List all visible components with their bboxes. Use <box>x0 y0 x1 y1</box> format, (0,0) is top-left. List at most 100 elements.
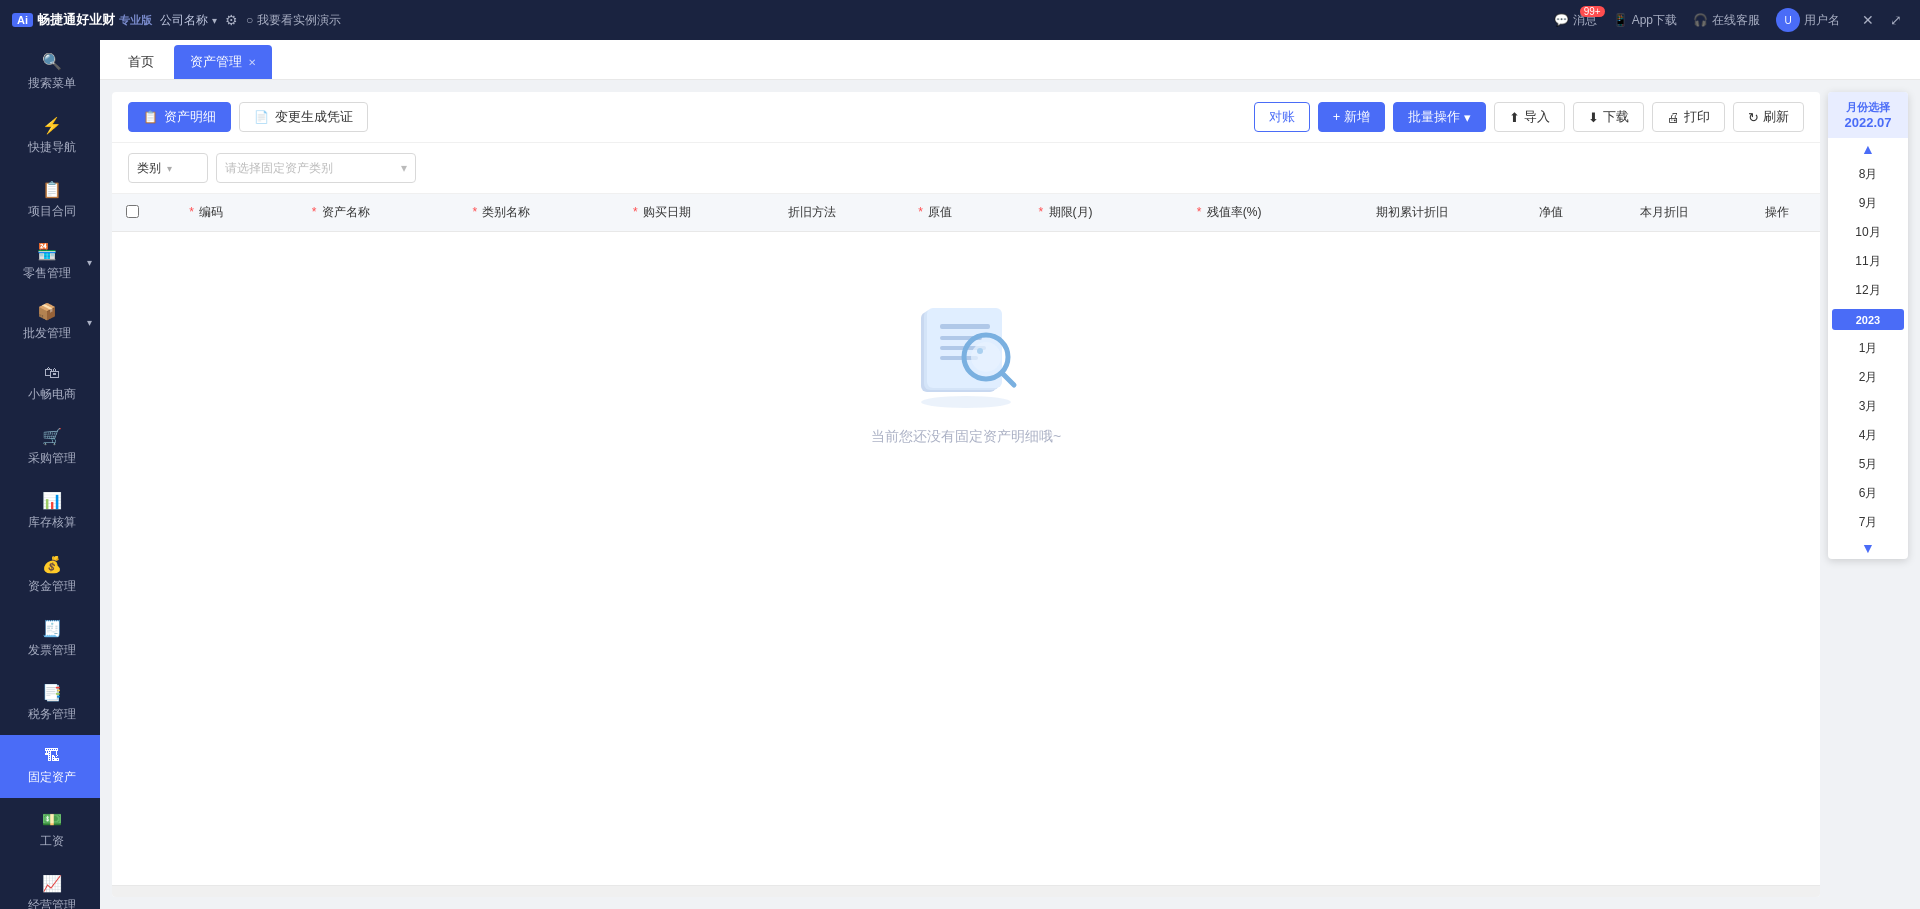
current-year-label: 2023 <box>1856 314 1880 326</box>
sidebar-item-ecommerce[interactable]: 🛍 小畅电商 <box>0 352 100 415</box>
col-operation: 操作 <box>1733 194 1820 232</box>
col-residual-rate: * 残值率(%) <box>1142 194 1317 232</box>
sidebar-label-tax: 税务管理 <box>28 706 76 723</box>
message-icon: 💬 <box>1554 13 1569 27</box>
sidebar-label-invoice: 发票管理 <box>28 642 76 659</box>
category-dropdown-arrow-icon: ▾ <box>401 161 407 175</box>
online-service-button[interactable]: 🎧 在线客服 <box>1693 12 1760 29</box>
month-item-7[interactable]: 7月 <box>1828 508 1908 537</box>
sub-tab-change-voucher[interactable]: 📄 变更生成凭证 <box>239 102 368 132</box>
month-item-8[interactable]: 8月 <box>1828 160 1908 189</box>
horizontal-scrollbar[interactable] <box>112 885 1820 897</box>
purchase-icon: 🛒 <box>42 427 62 446</box>
sidebar-label-finance: 资金管理 <box>28 578 76 595</box>
month-panel-title: 月份选择 <box>1836 100 1900 115</box>
month-panel-year: 2022.07 <box>1836 115 1900 130</box>
month-item-1[interactable]: 1月 <box>1828 334 1908 363</box>
tab-asset[interactable]: 资产管理 ✕ <box>174 45 272 79</box>
sidebar-item-fixed-asset[interactable]: 🏗 固定资产 <box>0 735 100 798</box>
sub-tab-change-voucher-label: 变更生成凭证 <box>275 108 353 126</box>
app-name: 畅捷通好业财 <box>37 11 115 29</box>
username: 用户名 <box>1804 12 1840 29</box>
month-item-3[interactable]: 3月 <box>1828 392 1908 421</box>
add-button[interactable]: + 新增 <box>1318 102 1385 132</box>
month-item-5[interactable]: 5月 <box>1828 450 1908 479</box>
tax-icon: 📑 <box>42 683 62 702</box>
change-voucher-icon: 📄 <box>254 110 269 124</box>
toolbar: 对账 + 新增 批量操作 ▾ ⬆ 导入 <box>1254 102 1804 132</box>
month-nav-up[interactable]: ▲ <box>1828 138 1908 160</box>
sub-tabs-bar: 📋 资产明细 📄 变更生成凭证 对账 + 新增 <box>112 92 1820 143</box>
category-search-input[interactable]: 请选择固定资产类别 ▾ <box>216 153 416 183</box>
sidebar-item-quicknav[interactable]: ⚡ 快捷导航 <box>0 104 100 168</box>
month-panel: 月份选择 2022.07 ▲ 8月 9月 10月 11月 12月 2023 <box>1828 92 1908 559</box>
month-item-11[interactable]: 11月 <box>1828 247 1908 276</box>
sub-tab-asset-detail[interactable]: 📋 资产明细 <box>128 102 231 132</box>
col-depreciation-method: 折旧方法 <box>742 194 881 232</box>
month-up-icon[interactable]: ▲ <box>1861 142 1875 156</box>
month-item-6[interactable]: 6月 <box>1828 479 1908 508</box>
message-button[interactable]: 💬 消息 99+ <box>1554 12 1597 29</box>
fixed-asset-icon: 🏗 <box>44 747 60 765</box>
refresh-button[interactable]: ↻ 刷新 <box>1733 102 1804 132</box>
month-down-icon[interactable]: ▼ <box>1861 541 1875 555</box>
sidebar-item-salary[interactable]: 💵 工资 <box>0 798 100 862</box>
print-button[interactable]: 🖨 打印 <box>1652 102 1725 132</box>
col-code: * 编码 <box>152 194 261 232</box>
download-button[interactable]: ⬇ 下载 <box>1573 102 1644 132</box>
tab-home[interactable]: 首页 <box>112 45 170 79</box>
category-type-select[interactable]: 类别 ▾ <box>128 153 208 183</box>
month-item-10[interactable]: 10月 <box>1828 218 1908 247</box>
print-label: 打印 <box>1684 108 1710 126</box>
maximize-window-icon[interactable]: ⤢ <box>1884 10 1908 30</box>
download-icon: ⬇ <box>1588 110 1599 125</box>
app-brand: Ai 畅捷通好业财 专业版 <box>12 11 152 29</box>
category-search-placeholder: 请选择固定资产类别 <box>225 160 333 177</box>
reconcile-label: 对账 <box>1269 108 1295 126</box>
app-download-label: App下载 <box>1632 12 1677 29</box>
sidebar-label-inventory: 库存核算 <box>28 514 76 531</box>
sidebar-item-retail[interactable]: 🏪 零售管理 ▾ <box>0 232 100 292</box>
demo-link[interactable]: ○ 我要看实例演示 <box>246 12 341 29</box>
sidebar-item-tax[interactable]: 📑 税务管理 <box>0 671 100 735</box>
download-icon: 📱 <box>1613 13 1628 27</box>
user-info[interactable]: U 用户名 <box>1776 8 1840 32</box>
month-item-4[interactable]: 4月 <box>1828 421 1908 450</box>
batch-label: 批量操作 <box>1408 108 1460 126</box>
tab-close-icon[interactable]: ✕ <box>248 57 256 68</box>
import-button[interactable]: ⬆ 导入 <box>1494 102 1565 132</box>
app-download-button[interactable]: 📱 App下载 <box>1613 12 1677 29</box>
sidebar-item-operations[interactable]: 📈 经营管理 <box>0 862 100 909</box>
month-item-2[interactable]: 2月 <box>1828 363 1908 392</box>
sidebar-label-retail: 零售管理 <box>23 265 71 282</box>
month-item-12[interactable]: 12月 <box>1828 276 1908 305</box>
settings-icon[interactable]: ⚙ <box>225 12 238 28</box>
download-label: 下载 <box>1603 108 1629 126</box>
sidebar-item-finance[interactable]: 💰 资金管理 <box>0 543 100 607</box>
sidebar-item-search[interactable]: 🔍 搜索菜单 <box>0 40 100 104</box>
batch-button[interactable]: 批量操作 ▾ <box>1393 102 1486 132</box>
close-window-icon[interactable]: ✕ <box>1856 10 1880 30</box>
sidebar-item-contract[interactable]: 📋 项目合同 <box>0 168 100 232</box>
inventory-icon: 📊 <box>42 491 62 510</box>
month-list-2023: 1月 2月 3月 4月 5月 6月 7月 <box>1828 334 1908 537</box>
sidebar-label-purchase: 采购管理 <box>28 450 76 467</box>
sub-tabs-left: 📋 资产明细 📄 变更生成凭证 <box>128 102 368 132</box>
col-name: * 资产名称 <box>261 194 422 232</box>
search-icon: 🔍 <box>42 52 62 71</box>
sidebar-label-operations: 经营管理 <box>28 897 76 909</box>
month-item-9[interactable]: 9月 <box>1828 189 1908 218</box>
current-year-badge: 2023 <box>1832 309 1904 330</box>
select-all-checkbox[interactable] <box>126 205 139 218</box>
table-header-row: * 编码 * 资产名称 * 类别名称 <box>112 194 1820 232</box>
sidebar-item-purchase[interactable]: 🛒 采购管理 <box>0 415 100 479</box>
reconcile-button[interactable]: 对账 <box>1254 102 1310 132</box>
sidebar-item-wholesale[interactable]: 📦 批发管理 ▾ <box>0 292 100 352</box>
sidebar-item-invoice[interactable]: 🧾 发票管理 <box>0 607 100 671</box>
sidebar-item-inventory[interactable]: 📊 库存核算 <box>0 479 100 543</box>
import-label: 导入 <box>1524 108 1550 126</box>
company-selector[interactable]: 公司名称 ▾ <box>160 12 217 29</box>
top-bar: Ai 畅捷通好业财 专业版 公司名称 ▾ ⚙ ○ 我要看实例演示 💬 消息 99… <box>0 0 1920 40</box>
window-controls: ✕ ⤢ <box>1856 10 1908 30</box>
month-nav-down[interactable]: ▼ <box>1828 537 1908 559</box>
